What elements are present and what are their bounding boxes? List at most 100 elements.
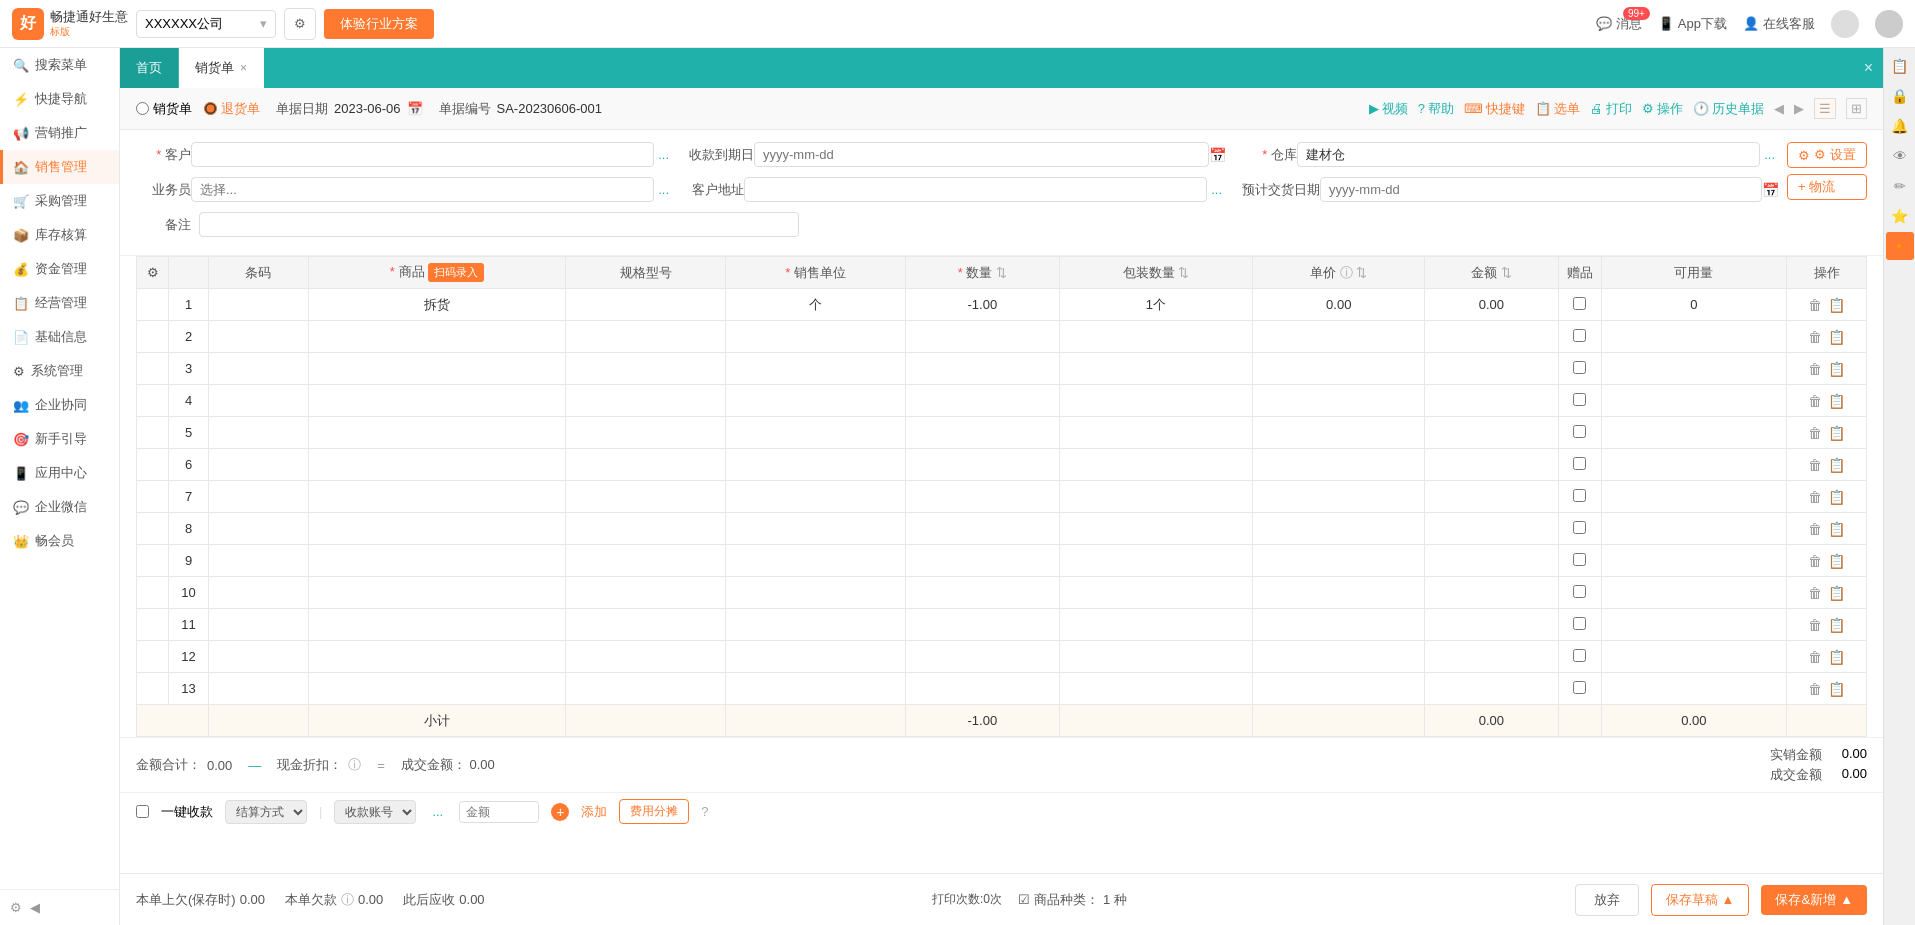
notification-item[interactable]: 💬 消息 99+ — [1596, 15, 1642, 33]
expected-delivery-calendar-icon[interactable]: 📅 — [1762, 182, 1779, 198]
cell-barcode-0[interactable] — [209, 289, 309, 321]
expected-delivery-input[interactable] — [1320, 177, 1762, 202]
cell-packqty-7[interactable] — [1059, 513, 1253, 545]
cell-spec-11[interactable] — [566, 641, 726, 673]
cell-product-2[interactable] — [308, 353, 566, 385]
settings-icon-btn[interactable]: ⚙ — [284, 8, 316, 40]
cell-packqty-6[interactable] — [1059, 481, 1253, 513]
cell-amount-10[interactable] — [1425, 609, 1558, 641]
trial-button[interactable]: 体验行业方案 — [324, 9, 434, 39]
operate-btn[interactable]: ⚙ 操作 — [1642, 100, 1683, 118]
cell-unit-0[interactable]: 个 — [726, 289, 906, 321]
cell-gift-2[interactable] — [1558, 353, 1601, 385]
cell-product-9[interactable] — [308, 577, 566, 609]
cell-spec-3[interactable] — [566, 385, 726, 417]
cell-unitprice-8[interactable] — [1253, 545, 1425, 577]
cell-packqty-8[interactable] — [1059, 545, 1253, 577]
cell-qty-0[interactable]: -1.00 — [906, 289, 1060, 321]
cell-gift-0[interactable] — [1558, 289, 1601, 321]
cell-packqty-1[interactable] — [1059, 321, 1253, 353]
cell-qty-11[interactable] — [906, 641, 1060, 673]
warehouse-input[interactable] — [1297, 142, 1760, 167]
cell-qty-10[interactable] — [906, 609, 1060, 641]
cell-unit-1[interactable] — [726, 321, 906, 353]
cell-amount-12[interactable] — [1425, 673, 1558, 705]
cell-spec-2[interactable] — [566, 353, 726, 385]
cell-amount-4[interactable] — [1425, 417, 1558, 449]
cell-unit-5[interactable] — [726, 449, 906, 481]
sidebar-item-marketing[interactable]: 📢 营销推广 — [0, 116, 119, 150]
sidebar-item-sales[interactable]: 🏠 销售管理 — [0, 150, 119, 184]
right-icon-2[interactable]: 🔒 — [1886, 82, 1914, 110]
sidebar-item-apps[interactable]: 📱 应用中心 — [0, 456, 119, 490]
cell-unitprice-11[interactable] — [1253, 641, 1425, 673]
cell-barcode-2[interactable] — [209, 353, 309, 385]
cell-qty-12[interactable] — [906, 673, 1060, 705]
cell-gift-6[interactable] — [1558, 481, 1601, 513]
sidebar-item-guide[interactable]: 🎯 新手引导 — [0, 422, 119, 456]
cell-unitprice-3[interactable] — [1253, 385, 1425, 417]
delete-icon-8[interactable]: 🗑 — [1808, 553, 1822, 569]
cell-amount-7[interactable] — [1425, 513, 1558, 545]
th-settings[interactable]: ⚙ — [137, 257, 169, 289]
cell-unit-2[interactable] — [726, 353, 906, 385]
cell-spec-9[interactable] — [566, 577, 726, 609]
sidebar-item-basic-info[interactable]: 📄 基础信息 — [0, 320, 119, 354]
cell-gift-9[interactable] — [1558, 577, 1601, 609]
warehouse-ellipsis[interactable]: ... — [1760, 147, 1779, 162]
copy-icon-10[interactable]: 📋 — [1828, 617, 1845, 633]
print-btn[interactable]: 🖨 打印 — [1590, 100, 1632, 118]
cell-gift-10[interactable] — [1558, 609, 1601, 641]
cell-unit-7[interactable] — [726, 513, 906, 545]
payment-method-select[interactable]: 结算方式 — [225, 800, 307, 824]
copy-icon-3[interactable]: 📋 — [1828, 393, 1845, 409]
cell-product-0[interactable]: 拆货 — [308, 289, 566, 321]
history-btn[interactable]: 🕐 历史单据 — [1693, 100, 1764, 118]
discard-button[interactable]: 放弃 — [1575, 884, 1639, 916]
copy-icon-8[interactable]: 📋 — [1828, 553, 1845, 569]
right-icon-7[interactable]: 🔸 — [1886, 232, 1914, 260]
cell-spec-0[interactable] — [566, 289, 726, 321]
copy-icon-9[interactable]: 📋 — [1828, 585, 1845, 601]
payment-ellipsis[interactable]: ... — [428, 804, 447, 819]
tab-sales[interactable]: 销货单 × — [179, 48, 264, 88]
sidebar-item-collab[interactable]: 👥 企业协同 — [0, 388, 119, 422]
cell-qty-5[interactable] — [906, 449, 1060, 481]
scan-btn[interactable]: 扫码录入 — [428, 263, 484, 282]
sidebar-bottom[interactable]: ⚙ ◀ — [0, 889, 119, 925]
logistics-button[interactable]: + 物流 — [1787, 174, 1867, 200]
cell-unitprice-9[interactable] — [1253, 577, 1425, 609]
cell-unitprice-0[interactable]: 0.00 — [1253, 289, 1425, 321]
cell-amount-3[interactable] — [1425, 385, 1558, 417]
payment-account-select[interactable]: 收款账号 — [334, 800, 416, 824]
due-date-input[interactable] — [754, 142, 1209, 167]
radio-return[interactable]: 退货单 — [204, 100, 260, 118]
cell-gift-4[interactable] — [1558, 417, 1601, 449]
customer-address-ellipsis[interactable]: ... — [1207, 182, 1226, 197]
copy-icon-4[interactable]: 📋 — [1828, 425, 1845, 441]
one-click-payment-checkbox[interactable] — [136, 805, 149, 818]
cell-barcode-12[interactable] — [209, 673, 309, 705]
cell-spec-5[interactable] — [566, 449, 726, 481]
avatar[interactable] — [1831, 10, 1859, 38]
cell-barcode-1[interactable] — [209, 321, 309, 353]
save-draft-button[interactable]: 保存草稿 ▲ — [1651, 884, 1750, 916]
cell-packqty-5[interactable] — [1059, 449, 1253, 481]
delete-icon-6[interactable]: 🗑 — [1808, 489, 1822, 505]
cell-product-5[interactable] — [308, 449, 566, 481]
customer-input[interactable] — [191, 142, 654, 167]
cell-qty-3[interactable] — [906, 385, 1060, 417]
save-new-button[interactable]: 保存&新增 ▲ — [1761, 885, 1867, 915]
cell-spec-7[interactable] — [566, 513, 726, 545]
shortcut-btn[interactable]: ⌨ 快捷键 — [1464, 100, 1525, 118]
cell-packqty-9[interactable] — [1059, 577, 1253, 609]
app-download-item[interactable]: 📱 App下载 — [1658, 15, 1727, 33]
cell-unitprice-7[interactable] — [1253, 513, 1425, 545]
cell-product-11[interactable] — [308, 641, 566, 673]
sidebar-item-search[interactable]: 🔍 搜索菜单 — [0, 48, 119, 82]
cell-spec-10[interactable] — [566, 609, 726, 641]
cell-spec-12[interactable] — [566, 673, 726, 705]
cell-gift-12[interactable] — [1558, 673, 1601, 705]
cell-unit-3[interactable] — [726, 385, 906, 417]
cell-product-6[interactable] — [308, 481, 566, 513]
